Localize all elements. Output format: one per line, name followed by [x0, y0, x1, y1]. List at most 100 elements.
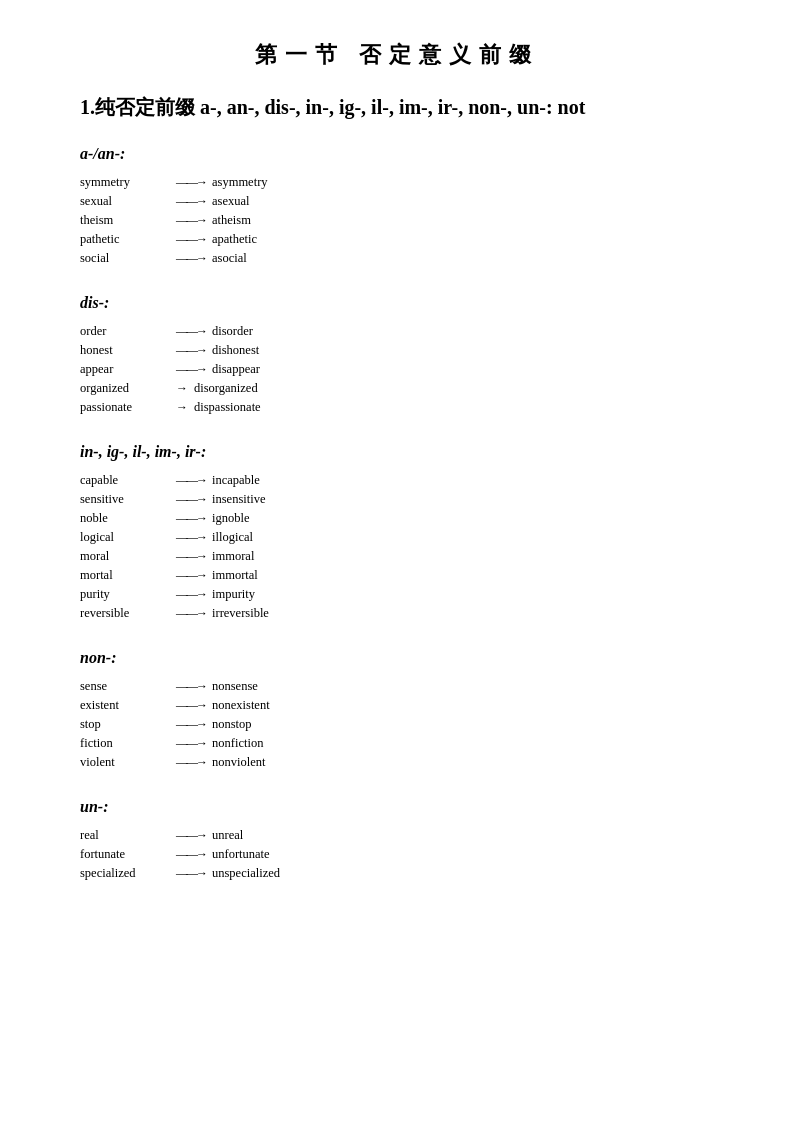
word-from: specialized [80, 866, 170, 881]
word-to: unreal [212, 828, 243, 843]
word-row: organized disorganized [80, 381, 714, 396]
word-row: sexual asexual [80, 194, 714, 209]
word-section-un: un-: real unreal fortunate unfortunate specia… [80, 798, 714, 881]
word-from: moral [80, 549, 170, 564]
word-row: fortunate unfortunate [80, 847, 714, 862]
arrow-icon [176, 194, 206, 209]
arrow-icon [176, 530, 206, 545]
word-row: fiction nonfiction [80, 736, 714, 751]
word-to: illogical [212, 530, 253, 545]
word-to: apathetic [212, 232, 257, 247]
arrow-icon [176, 362, 206, 377]
word-to: disorder [212, 324, 253, 339]
word-to: insensitive [212, 492, 265, 507]
page-title: 第一节 否定意义前缀 [80, 40, 714, 70]
word-from: social [80, 251, 170, 266]
word-to: unspecialized [212, 866, 280, 881]
word-row: mortal immortal [80, 568, 714, 583]
arrow-icon [176, 866, 206, 881]
word-from: capable [80, 473, 170, 488]
sub-heading-in_ig_il_im_ir: in-, ig-, il-, im-, ir-: [80, 443, 714, 461]
word-to: disappear [212, 362, 260, 377]
arrow-icon [176, 251, 206, 266]
word-row: noble ignoble [80, 511, 714, 526]
word-to: dispassionate [194, 400, 261, 415]
arrow-icon [176, 587, 206, 602]
word-to: impurity [212, 587, 255, 602]
word-row: purityimpurity [80, 587, 714, 602]
arrow-icon [176, 175, 206, 190]
word-row: order disorder [80, 324, 714, 339]
arrow-icon [176, 698, 206, 713]
word-to: asexual [212, 194, 249, 209]
arrow-icon [176, 606, 206, 621]
word-from: fiction [80, 736, 170, 751]
word-from: sexual [80, 194, 170, 209]
word-from: organized [80, 381, 170, 396]
word-row: social asocial [80, 251, 714, 266]
arrow-icon [176, 324, 206, 339]
word-to: nonviolent [212, 755, 265, 770]
word-from: fortunate [80, 847, 170, 862]
arrow-icon [176, 213, 206, 228]
word-row: capable incapable [80, 473, 714, 488]
word-to: nonstop [212, 717, 252, 732]
word-from: real [80, 828, 170, 843]
arrow-icon [176, 343, 206, 358]
word-to: asocial [212, 251, 247, 266]
arrow-icon [176, 736, 206, 751]
section1-heading: 1.纯否定前缀 a-, an-, dis-, in-, ig-, il-, im… [80, 94, 714, 121]
word-from: logical [80, 530, 170, 545]
arrow-icon [176, 511, 206, 526]
word-row: symmetry asymmetry [80, 175, 714, 190]
word-to: nonfiction [212, 736, 263, 751]
word-row: specialized unspecialized [80, 866, 714, 881]
arrow-icon [176, 828, 206, 843]
word-to: disorganized [194, 381, 258, 396]
word-row: passionate dispassionate [80, 400, 714, 415]
arrow-icon [176, 400, 188, 415]
word-row: real unreal [80, 828, 714, 843]
word-row: reversibleirreversible [80, 606, 714, 621]
word-section-dis: dis-: order disorder honest dishonest appear d… [80, 294, 714, 415]
word-section-in_ig_il_im_ir: in-, ig-, il-, im-, ir-: capable incapable… [80, 443, 714, 621]
sub-heading-un: un-: [80, 798, 714, 816]
word-row: logical illogical [80, 530, 714, 545]
word-from: sensitive [80, 492, 170, 507]
word-from: order [80, 324, 170, 339]
word-from: sense [80, 679, 170, 694]
word-from: appear [80, 362, 170, 377]
arrow-icon [176, 717, 206, 732]
word-from: passionate [80, 400, 170, 415]
word-from: violent [80, 755, 170, 770]
word-row: moral immoral [80, 549, 714, 564]
arrow-icon [176, 568, 206, 583]
word-from: honest [80, 343, 170, 358]
word-section-a_an: a-/an-: symmetry asymmetry sexual asexual the… [80, 145, 714, 266]
word-from: existent [80, 698, 170, 713]
arrow-icon [176, 232, 206, 247]
word-to: dishonest [212, 343, 259, 358]
word-row: sensenonsense [80, 679, 714, 694]
sub-heading-non: non-: [80, 649, 714, 667]
word-to: irreversible [212, 606, 269, 621]
word-row: sensitive insensitive [80, 492, 714, 507]
word-to: unfortunate [212, 847, 270, 862]
word-section-non: non-: sensenonsense existentnonexistent sto… [80, 649, 714, 770]
word-from: symmetry [80, 175, 170, 190]
arrow-icon [176, 755, 206, 770]
word-to: immortal [212, 568, 258, 583]
word-row: appear disappear [80, 362, 714, 377]
word-row: existentnonexistent [80, 698, 714, 713]
word-to: ignoble [212, 511, 250, 526]
word-from: mortal [80, 568, 170, 583]
word-row: stopnonstop [80, 717, 714, 732]
word-to: asymmetry [212, 175, 268, 190]
word-to: immoral [212, 549, 254, 564]
sub-heading-dis: dis-: [80, 294, 714, 312]
sub-heading-a_an: a-/an-: [80, 145, 714, 163]
word-from: pathetic [80, 232, 170, 247]
word-from: theism [80, 213, 170, 228]
word-to: incapable [212, 473, 260, 488]
word-from: noble [80, 511, 170, 526]
